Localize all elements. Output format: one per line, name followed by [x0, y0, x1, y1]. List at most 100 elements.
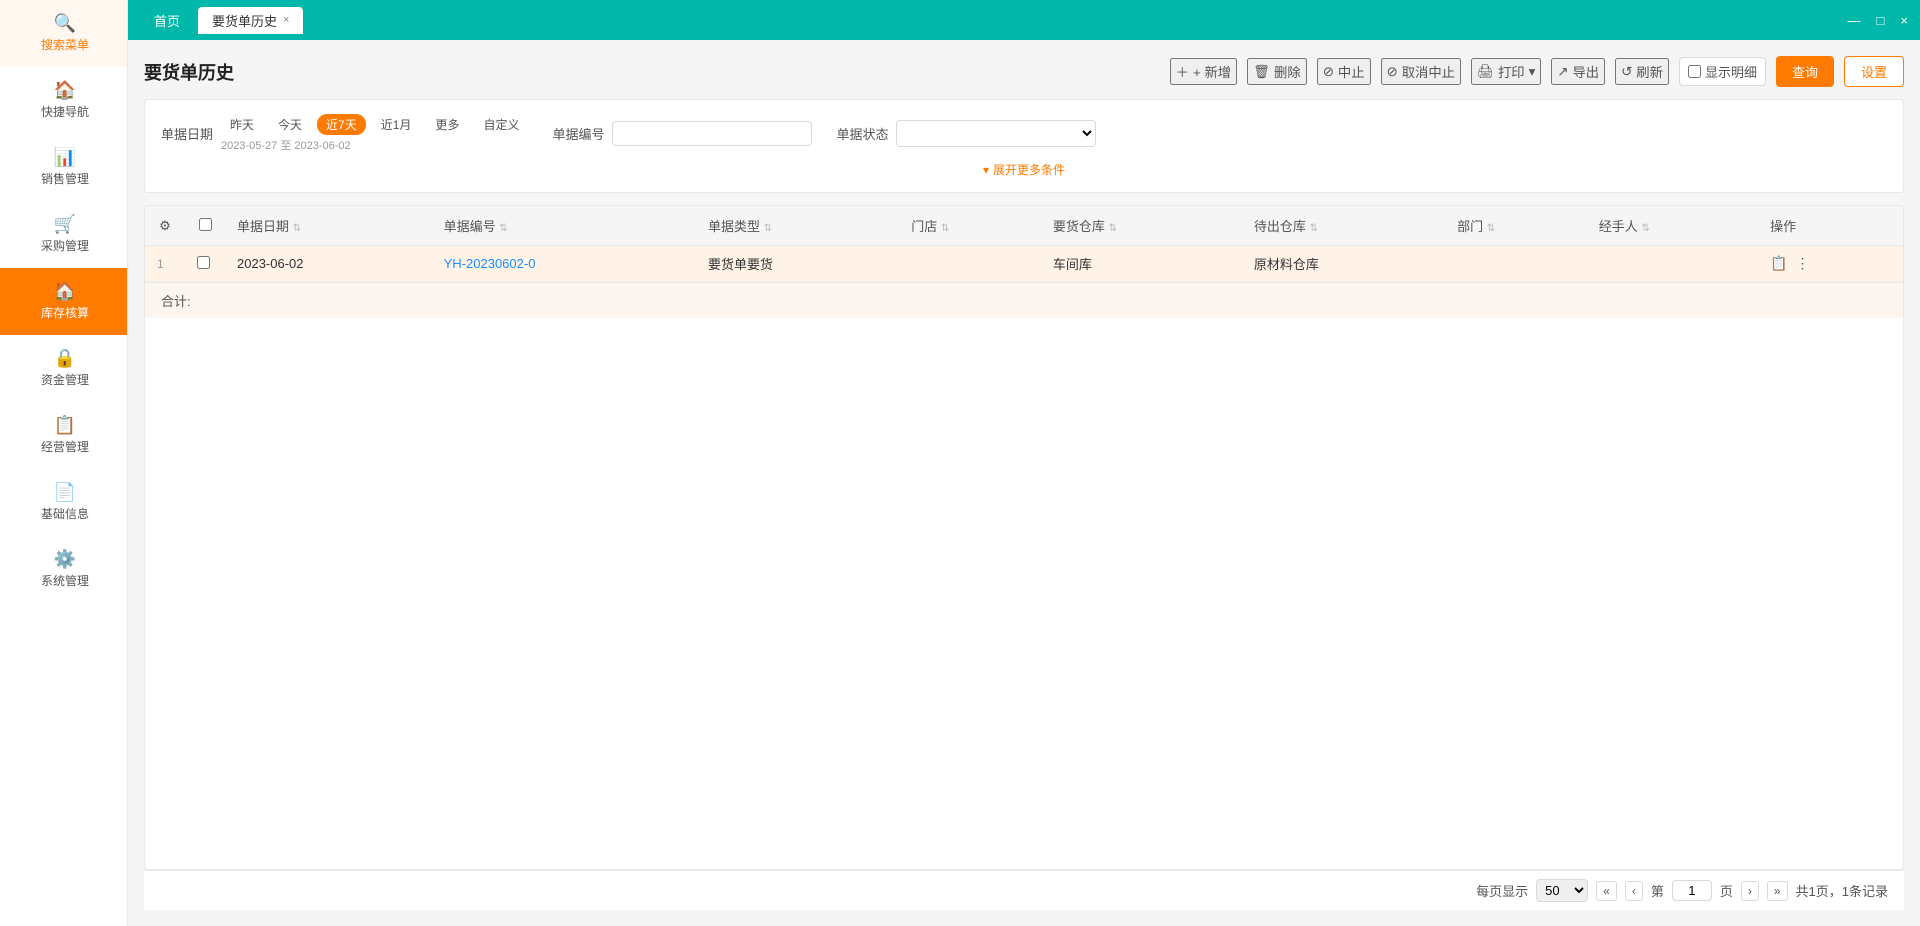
sidebar-item-label: 经营管理 [41, 438, 89, 455]
query-button[interactable]: 查询 [1776, 56, 1834, 87]
display-detail-checkbox[interactable] [1688, 65, 1701, 78]
col-settings[interactable]: ⚙ [145, 206, 185, 246]
stop-button[interactable]: ⊘ 中止 [1317, 58, 1371, 85]
doc-number-filter-group: 单据编号 [552, 121, 812, 146]
col-req-warehouse[interactable]: 要货仓库 ⇅ [1041, 206, 1242, 246]
sidebar-item-label: 资金管理 [41, 371, 89, 388]
per-page-label: 每页显示 [1476, 881, 1528, 900]
sidebar-item-finance[interactable]: 🔒 资金管理 [0, 335, 127, 402]
sort-type-icon: ⇅ [764, 223, 772, 234]
col-pending-warehouse-label: 待出仓库 [1254, 219, 1306, 234]
new-icon: ＋ [1176, 62, 1189, 81]
doc-status-select[interactable] [896, 120, 1096, 147]
expand-label: 展开更多条件 [993, 161, 1065, 178]
sort-number-icon: ⇅ [499, 223, 507, 234]
per-page-select[interactable]: 50 10 20 100 [1536, 879, 1588, 902]
print-button[interactable]: 🖨 打印 ▾ [1471, 58, 1541, 85]
next-page-button[interactable]: › [1741, 881, 1759, 901]
sidebar-item-sales[interactable]: 📊 销售管理 [0, 134, 127, 201]
display-detail-button[interactable]: 显示明细 [1679, 57, 1766, 86]
doc-status-filter-group: 单据状态 [836, 120, 1096, 147]
last-page-button[interactable]: » [1767, 881, 1788, 901]
select-all-checkbox[interactable] [199, 218, 212, 231]
cancel-stop-icon: ⊘ [1387, 64, 1398, 80]
date-range-text: 2023-05-27 至 2023-06-02 [221, 137, 528, 153]
sidebar-item-basic-info[interactable]: 📄 基础信息 [0, 469, 127, 536]
col-pending-warehouse[interactable]: 待出仓库 ⇅ [1242, 206, 1445, 246]
date-btn-more[interactable]: 更多 [426, 114, 468, 135]
col-handler[interactable]: 经手人 ⇅ [1587, 206, 1758, 246]
date-btn-7days[interactable]: 近7天 [317, 114, 366, 135]
main-area: 首页 要货单历史 × — □ × 要货单历史 ＋ + 新增 🗑 删除 [128, 0, 1920, 926]
col-store-label: 门店 [911, 219, 937, 234]
col-type[interactable]: 单据类型 ⇅ [696, 206, 899, 246]
refresh-button[interactable]: ↺ 刷新 [1615, 58, 1669, 85]
date-btn-1month[interactable]: 近1月 [372, 114, 421, 135]
expand-icon: ▾ [983, 163, 989, 177]
sidebar: 🔍 搜索菜单 🏠 快捷导航 📊 销售管理 🛒 采购管理 🏠 库存核算 🔒 资金管… [0, 0, 128, 926]
data-table: ⚙ 单据日期 ⇅ 单据编号 ⇅ 单据类型 [145, 206, 1903, 282]
expand-more-button[interactable]: ▾ 展开更多条件 [161, 161, 1887, 178]
col-number[interactable]: 单据编号 ⇅ [432, 206, 696, 246]
date-filter-group: 单据日期 昨天 今天 近7天 近1月 更多 自定义 2023-05-27 至 2… [161, 114, 528, 153]
window-controls: — □ × [1848, 13, 1908, 28]
refresh-icon: ↺ [1621, 64, 1632, 80]
col-date[interactable]: 单据日期 ⇅ [225, 206, 432, 246]
sidebar-item-label: 销售管理 [41, 170, 89, 187]
sort-pending-warehouse-icon: ⇅ [1310, 223, 1318, 234]
row-date: 2023-06-02 [225, 246, 432, 282]
maximize-button[interactable]: □ [1877, 13, 1885, 28]
sidebar-item-search-menu[interactable]: 🔍 搜索菜单 [0, 0, 127, 67]
col-department[interactable]: 部门 ⇅ [1445, 206, 1587, 246]
sidebar-item-label: 系统管理 [41, 572, 89, 589]
page-suffix: 页 [1720, 881, 1733, 900]
total-label: 合计: [161, 291, 191, 310]
table-footer: 合计: [145, 282, 1903, 318]
row-edit-icon[interactable]: 📋 [1770, 255, 1787, 272]
first-page-button[interactable]: « [1596, 881, 1617, 901]
col-store[interactable]: 门店 ⇅ [899, 206, 1041, 246]
row-more-icon[interactable]: ⋮ [1796, 255, 1810, 272]
system-icon: ⚙️ [54, 550, 76, 568]
export-button[interactable]: ↗ 导出 [1551, 58, 1605, 85]
sidebar-item-quick-nav[interactable]: 🏠 快捷导航 [0, 67, 127, 134]
tab-close-button[interactable]: × [283, 14, 289, 26]
date-btn-custom[interactable]: 自定义 [474, 114, 528, 135]
prev-page-button[interactable]: ‹ [1625, 881, 1643, 901]
settings-button[interactable]: 设置 [1844, 56, 1904, 87]
export-label: 导出 [1572, 62, 1599, 81]
sidebar-item-label: 快捷导航 [41, 103, 89, 120]
sort-department-icon: ⇅ [1487, 223, 1495, 234]
tab-home[interactable]: 首页 [140, 7, 194, 34]
filter-panel: 单据日期 昨天 今天 近7天 近1月 更多 自定义 2023-05-27 至 2… [144, 99, 1904, 193]
row-number-link[interactable]: YH-20230602-0 [444, 256, 536, 271]
table-container: ⚙ 单据日期 ⇅ 单据编号 ⇅ 单据类型 [144, 205, 1904, 870]
close-button[interactable]: × [1900, 13, 1908, 28]
sidebar-item-purchase[interactable]: 🛒 采购管理 [0, 201, 127, 268]
search-menu-icon: 🔍 [54, 14, 76, 32]
tab-active[interactable]: 要货单历史 × [198, 7, 303, 34]
sidebar-item-system[interactable]: ⚙️ 系统管理 [0, 536, 127, 603]
sidebar-item-inventory[interactable]: 🏠 库存核算 [0, 268, 127, 335]
sidebar-item-operations[interactable]: 📋 经营管理 [0, 402, 127, 469]
date-btn-today[interactable]: 今天 [269, 114, 311, 135]
row-checkbox [185, 246, 225, 282]
pagination-bar: 每页显示 50 10 20 100 « ‹ 第 页 › » 共1页，1条记录 [144, 870, 1904, 910]
print-dropdown-icon: ▾ [1529, 64, 1536, 80]
cancel-stop-button[interactable]: ⊘ 取消中止 [1381, 58, 1461, 85]
table-row: 1 2023-06-02 YH-20230602-0 要货单要货 车间库 原材料… [145, 246, 1903, 282]
minimize-button[interactable]: — [1848, 13, 1861, 28]
page-input[interactable] [1672, 880, 1712, 901]
export-icon: ↗ [1557, 64, 1568, 80]
cancel-stop-label: 取消中止 [1402, 62, 1455, 81]
purchase-icon: 🛒 [54, 215, 76, 233]
date-btn-yesterday[interactable]: 昨天 [221, 114, 263, 135]
doc-number-input[interactable] [612, 121, 812, 146]
date-options: 昨天 今天 近7天 近1月 更多 自定义 2023-05-27 至 2023-0… [221, 114, 528, 153]
tab-active-label: 要货单历史 [212, 11, 277, 30]
sort-req-warehouse-icon: ⇅ [1109, 223, 1117, 234]
row-handler [1587, 246, 1758, 282]
col-handler-label: 经手人 [1599, 219, 1638, 234]
delete-button[interactable]: 🗑 删除 [1247, 58, 1307, 85]
new-button[interactable]: ＋ + 新增 [1170, 58, 1237, 85]
